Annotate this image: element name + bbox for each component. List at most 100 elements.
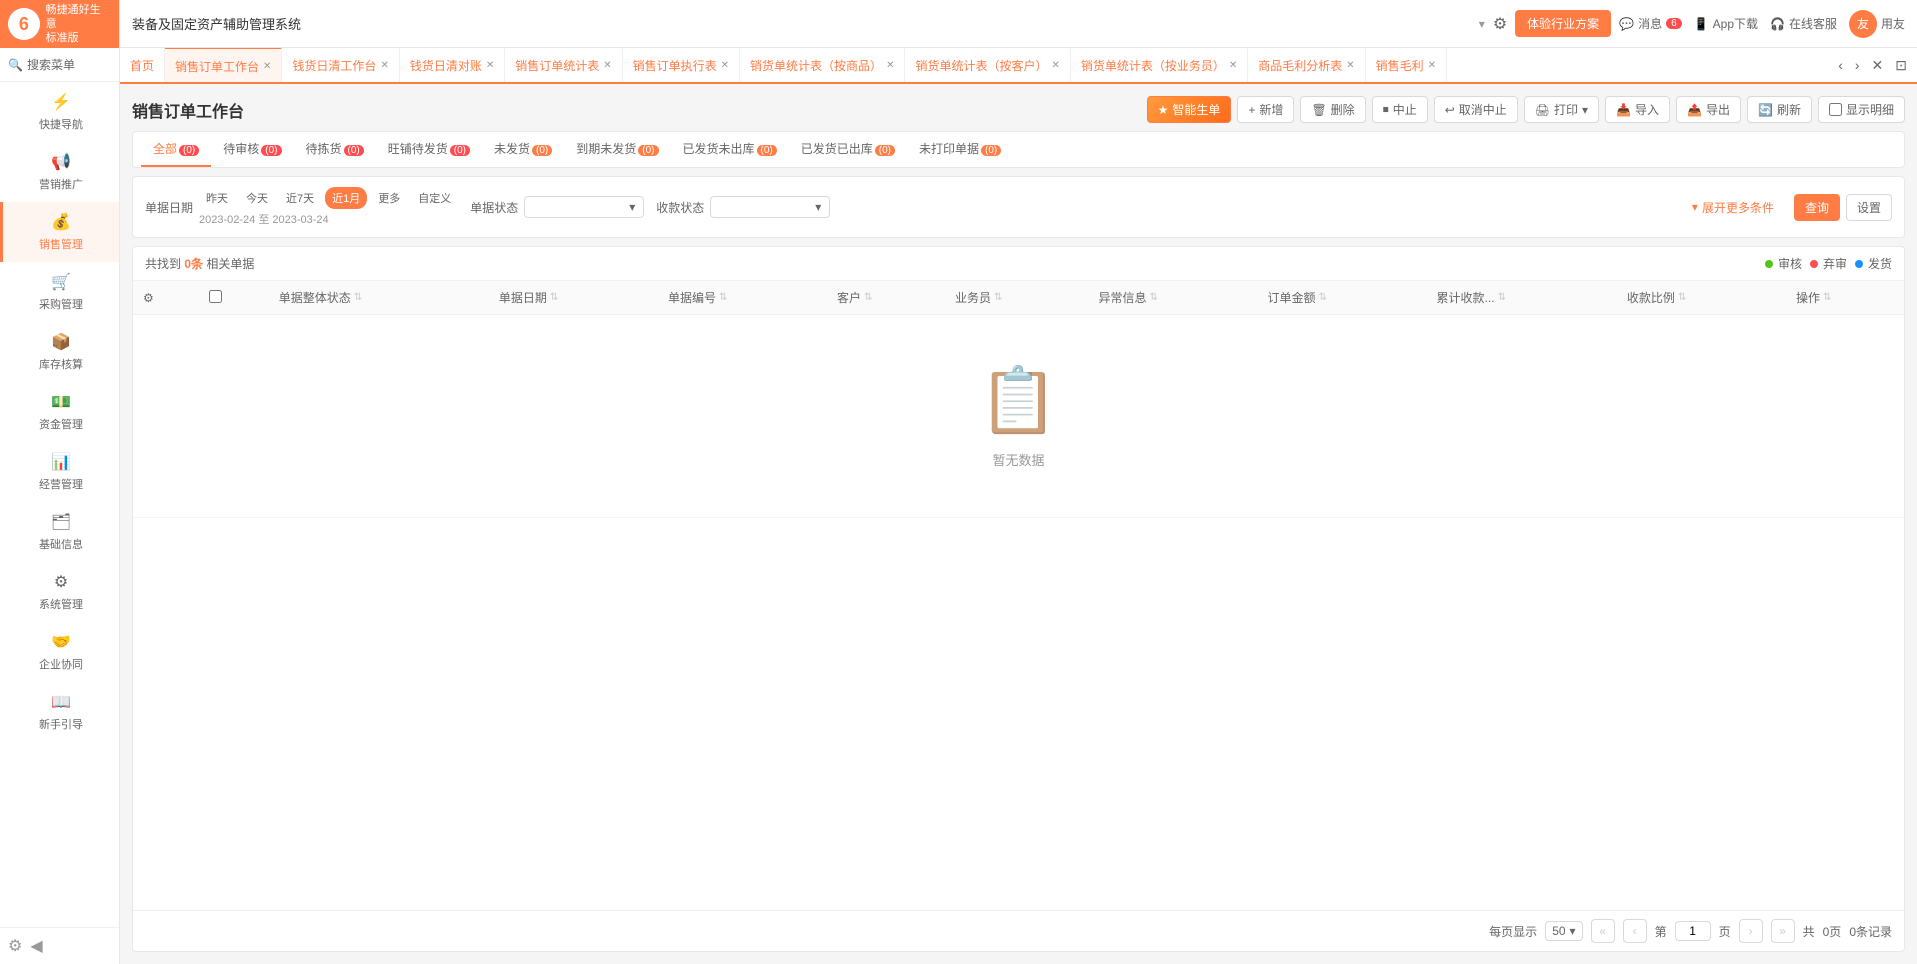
date-btn-more[interactable]: 更多	[371, 187, 407, 209]
tab-sales-stats-staff[interactable]: 销货单统计表（按业务员）✕	[1071, 48, 1248, 83]
tab-close-cash-daily[interactable]: ✕	[380, 60, 388, 71]
tab-sales-order-execute[interactable]: 销售订单执行表✕	[623, 48, 740, 83]
filter-tab-not-printed[interactable]: 未打印单据(0)	[907, 132, 1013, 167]
date-btn-custom[interactable]: 自定义	[411, 187, 458, 209]
user-btn[interactable]: 友 用友	[1849, 10, 1905, 38]
tab-sales-stats-customer[interactable]: 销货单统计表（按客户）✕	[905, 48, 1070, 83]
industry-btn[interactable]: 体验行业方案	[1515, 10, 1611, 37]
sort-icon-ratio[interactable]: ⇅	[1678, 292, 1686, 303]
filter-tab-pending-inspection[interactable]: 待拣货(0)	[294, 132, 376, 167]
sidebar-search[interactable]: 🔍 搜索菜单	[0, 48, 119, 82]
page-last-btn[interactable]: »	[1771, 919, 1795, 943]
sidebar-item-enterprise[interactable]: 🤝企业协同	[0, 622, 119, 682]
tab-close-sales-profit[interactable]: ✕	[1428, 60, 1436, 71]
sidebar-item-finance[interactable]: 💵资金管理	[0, 382, 119, 442]
audit-btn[interactable]: 审核	[1765, 255, 1802, 272]
tab-close-sales-stats-product[interactable]: ✕	[886, 60, 894, 71]
sort-icon-actions[interactable]: ⇅	[1823, 292, 1831, 303]
tab-cash-daily[interactable]: 钱货日清工作台✕	[282, 48, 399, 83]
sort-icon-date[interactable]: ⇅	[550, 292, 558, 303]
sort-icon-number[interactable]: ⇅	[719, 292, 727, 303]
table-action-btns: 审核 弃审 发货	[1765, 255, 1892, 272]
date-btn-yesterday[interactable]: 昨天	[199, 187, 235, 209]
tab-close-sales-order-workspace[interactable]: ✕	[263, 61, 271, 72]
sidebar-item-marketing[interactable]: 📢营销推广	[0, 142, 119, 202]
cancel-audit-btn[interactable]: 弃审	[1810, 255, 1847, 272]
tab-close-sales-order-stats[interactable]: ✕	[603, 60, 611, 71]
search-settings-btn[interactable]: 设置	[1846, 194, 1892, 221]
sort-icon-collected[interactable]: ⇅	[1498, 292, 1506, 303]
tab-nav-left[interactable]: ‹	[1834, 55, 1847, 75]
filter-tab-shipped-out[interactable]: 已发货已出库(0)	[789, 132, 907, 167]
sidebar-item-purchase[interactable]: 🛒采购管理	[0, 262, 119, 322]
sort-icon-customer[interactable]: ⇅	[864, 292, 872, 303]
filter-tab-not-shipped[interactable]: 未发货(0)	[482, 132, 564, 167]
page-first-btn[interactable]: «	[1591, 919, 1615, 943]
sidebar-item-basic-info[interactable]: 🗂基础信息	[0, 502, 119, 562]
sidebar-item-guide[interactable]: 📖新手引导	[0, 682, 119, 742]
sort-icon-amount[interactable]: ⇅	[1319, 292, 1327, 303]
sort-icon-status[interactable]: ⇅	[354, 292, 362, 303]
query-btn[interactable]: 查询	[1794, 194, 1840, 221]
stop-btn[interactable]: ⏹ 中止	[1372, 96, 1428, 123]
tab-sales-order-stats[interactable]: 销售订单统计表✕	[505, 48, 622, 83]
page-number-input[interactable]	[1675, 921, 1711, 941]
message-btn[interactable]: 💬 消息 6	[1619, 15, 1682, 32]
tab-product-margin[interactable]: 商品毛利分析表✕	[1248, 48, 1365, 83]
date-btn-1month[interactable]: 近1月	[325, 187, 367, 209]
tab-sales-profit[interactable]: 销售毛利✕	[1366, 48, 1447, 83]
refresh-btn[interactable]: 🔄 刷新	[1747, 96, 1812, 123]
online-service-btn[interactable]: 🎧 在线客服	[1770, 15, 1837, 32]
app-download-btn[interactable]: 📱 App下载	[1694, 15, 1758, 32]
print-btn[interactable]: 🖨 打印 ▾	[1524, 96, 1599, 123]
topbar-gear-icon[interactable]: ⚙	[1493, 14, 1507, 34]
topbar-dropdown-icon[interactable]: ▾	[1479, 17, 1485, 31]
cancel-stop-btn[interactable]: ↩ 取消中止	[1434, 96, 1518, 123]
select-all-checkbox[interactable]	[209, 290, 222, 303]
settings-icon[interactable]: ⚙	[8, 936, 22, 956]
page-next-btn[interactable]: ›	[1739, 919, 1763, 943]
tab-sales-order-workspace[interactable]: 销售订单工作台✕	[165, 48, 282, 83]
date-btn-7days[interactable]: 近7天	[279, 187, 321, 209]
tab-close-sales-order-execute[interactable]: ✕	[721, 60, 729, 71]
filter-tab-shipped-not-out[interactable]: 已发货未出库(0)	[671, 132, 789, 167]
tab-maximize[interactable]: ⊡	[1891, 55, 1911, 76]
status-select[interactable]: ▾	[524, 196, 644, 218]
tab-sales-stats-product[interactable]: 销货单统计表（按商品）✕	[740, 48, 905, 83]
filter-tab-all[interactable]: 全部(0)	[141, 132, 211, 167]
show-detail-input[interactable]	[1829, 103, 1842, 116]
nav-label-operations: 经营管理	[39, 476, 83, 492]
show-detail-checkbox[interactable]: 显示明细	[1818, 96, 1905, 123]
date-btn-today[interactable]: 今天	[239, 187, 275, 209]
tab-close-sales-stats-customer[interactable]: ✕	[1051, 60, 1059, 71]
sort-icon-exception[interactable]: ⇅	[1149, 292, 1157, 303]
sidebar-item-sales[interactable]: 💰销售管理	[0, 202, 119, 262]
tab-close-all[interactable]: ✕	[1868, 55, 1888, 76]
sidebar-item-system[interactable]: ⚙系统管理	[0, 562, 119, 622]
add-btn[interactable]: + 新增	[1237, 96, 1294, 123]
sidebar-item-quick-nav[interactable]: ⚡快捷导航	[0, 82, 119, 142]
ai-btn[interactable]: ★ 智能生单	[1147, 96, 1232, 123]
tab-close-product-margin[interactable]: ✕	[1346, 60, 1354, 71]
filter-tab-expired-not-shipped[interactable]: 到期未发货(0)	[564, 132, 670, 167]
import-btn[interactable]: 📥 导入	[1605, 96, 1670, 123]
expand-btn[interactable]: ▾ 展开更多条件	[1692, 199, 1774, 216]
collapse-icon[interactable]: ◀	[30, 936, 42, 956]
page-prev-btn[interactable]: ‹	[1623, 919, 1647, 943]
sidebar-item-operations[interactable]: 📊经营管理	[0, 442, 119, 502]
delete-btn[interactable]: 🗑 删除	[1300, 96, 1365, 123]
sidebar-item-inventory[interactable]: 📦库存核算	[0, 322, 119, 382]
filter-tab-wangpu-pending-ship[interactable]: 旺铺待发货(0)	[376, 132, 482, 167]
payment-select[interactable]: ▾	[710, 196, 830, 218]
export-btn[interactable]: 📤 导出	[1676, 96, 1741, 123]
ship-btn[interactable]: 发货	[1855, 255, 1892, 272]
tab-close-cash-reconcile[interactable]: ✕	[486, 60, 494, 71]
col-settings-icon[interactable]: ⚙	[143, 291, 154, 305]
tab-home[interactable]: 首页	[120, 48, 165, 83]
sort-icon-staff[interactable]: ⇅	[994, 292, 1002, 303]
tab-close-sales-stats-staff[interactable]: ✕	[1229, 60, 1237, 71]
tab-nav-right[interactable]: ›	[1851, 55, 1864, 75]
filter-tab-pending-review[interactable]: 待审核(0)	[211, 132, 293, 167]
page-size-select[interactable]: 50 ▾	[1545, 921, 1582, 941]
tab-cash-reconcile[interactable]: 钱货日清对账✕	[400, 48, 505, 83]
